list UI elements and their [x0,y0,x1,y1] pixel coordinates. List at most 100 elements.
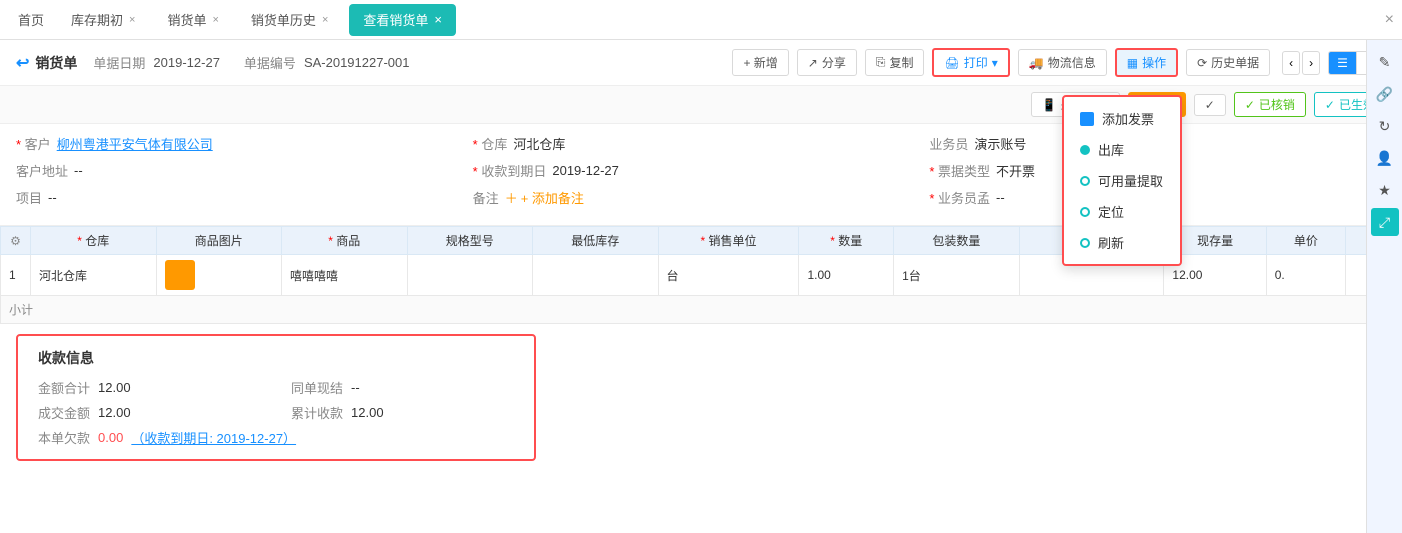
history-button[interactable]: ⟳ 历史单据 [1186,49,1270,76]
history-icon: ⟳ [1197,56,1207,70]
warehouse-field: 仓库 河北仓库 [473,134,930,153]
transaction-item: 成交金额 12.00 [38,403,261,422]
grid-icon: ▦ [1127,56,1138,70]
row-warehouse: 河北仓库 [31,255,157,296]
share-button[interactable]: ↗ 分享 [797,49,857,76]
doc-title: ↩ 销货单 [16,53,77,73]
doc-meta: 单据日期 2019-12-27 单据编号 SA-20191227-001 [93,53,409,72]
plus-icon: ＋ [505,188,518,207]
tab-view-sales[interactable]: 查看销货单 × [349,4,456,36]
copy-button[interactable]: ⎘ 复制 [865,49,925,76]
table-header: ⚙ 仓库 商品图片 商品 规格型号 最低库存 销售单位 数量 包装数量 可用量（… [1,227,1402,255]
mobile-icon: 📱 [1042,98,1057,112]
refresh-item[interactable]: 刷新 [1064,227,1180,258]
bottom-area: 收款信息 金额合计 12.00 同单现结 -- 成交金额 12.00 [0,324,1402,471]
sidebar-edit-icon[interactable]: ✎ [1371,48,1399,76]
address-field: 客户地址 -- [16,161,473,180]
project-value: -- [48,190,57,205]
print-button[interactable]: 🖨 打印 ▾ [932,48,1009,77]
status-row: 📱 来自手机 未开票 ✓ ✓ 已核销 ✓ 已生效 [0,86,1402,124]
ticket-value: 不开票 [996,161,1035,180]
payment-title: 收款信息 [38,348,514,368]
product-table: ⚙ 仓库 商品图片 商品 规格型号 最低库存 销售单位 数量 包装数量 可用量（… [0,226,1402,324]
th-image: 商品图片 [156,227,282,255]
doc-actions: + 新增 ↗ 分享 ⎘ 复制 🖨 打印 ▾ 🚚 物流信息 [732,48,1386,77]
refresh-icon [1080,238,1090,248]
close-inventory-icon[interactable]: × [129,14,135,26]
note-field: 备注 ＋ + 添加备注 [473,188,930,207]
tab-sales-history[interactable]: 销货单历史 × [236,2,343,38]
add-invoice-icon [1080,112,1094,126]
same-order-item: 同单现结 -- [291,378,514,397]
logistics-button[interactable]: 🚚 物流信息 [1018,49,1107,76]
operate-dropdown: 添加发票 出库 可用量提取 定位 刷新 [1062,95,1182,266]
product-image [165,260,195,290]
verified-button[interactable]: ✓ 已核销 [1234,92,1306,117]
new-button[interactable]: + 新增 [732,49,788,76]
nav-right-button[interactable]: › [1302,51,1320,75]
add-invoice-item[interactable]: 添加发票 [1064,103,1180,134]
payment-date-field: 收款到期日 2019-12-27 [473,161,930,180]
truck-icon: 🚚 [1029,56,1044,70]
tab-home[interactable]: 首页 [8,4,54,35]
th-settings: ⚙ [1,227,31,255]
row-num: 1 [1,255,31,296]
close-window-icon[interactable]: × [1385,11,1394,29]
arrears-item: 本单欠款 0.00 （收款到期日: 2019-12-27） [38,428,514,447]
outbound-icon [1080,145,1090,155]
total-value: 12.00 [98,380,131,395]
outbound-item[interactable]: 出库 [1064,134,1180,165]
confirm-button[interactable]: ✓ [1194,94,1226,116]
close-history-icon[interactable]: × [322,14,328,26]
row-spec [407,255,533,296]
locate-icon [1080,207,1090,217]
arrears-value: 0.00 [98,430,123,445]
staff-value: 演示账号 [974,134,1026,153]
print-dropdown-icon: ▾ [992,56,998,70]
print-icon: 🖨 [944,56,959,70]
arrears-note[interactable]: （收款到期日: 2019-12-27） [131,428,296,447]
subtotal-label: 小计 [1,296,1402,324]
tab-sales[interactable]: 销货单 × [152,2,233,38]
th-price: 单价 [1266,227,1345,255]
project-field: 项目 -- [16,188,473,207]
row-image [156,255,282,296]
operate-button[interactable]: ▦ 操作 [1115,48,1178,77]
add-note-button[interactable]: ＋ + 添加备注 [505,188,584,207]
cumulative-item: 累计收款 12.00 [291,403,514,422]
sidebar-expand-icon[interactable]: ⤢ [1371,208,1399,236]
sidebar-link-icon[interactable]: 🔗 [1371,80,1399,108]
total-item: 金额合计 12.00 [38,378,261,397]
row-unit: 台 [658,255,799,296]
th-warehouse: 仓库 [31,227,157,255]
customer-value[interactable]: 柳州粤港平安气体有限公司 [57,134,213,153]
cumulative-value: 12.00 [351,405,384,420]
same-order-value: -- [351,380,360,395]
tab-inventory[interactable]: 库存期初 × [56,2,150,38]
payment-grid: 金额合计 12.00 同单现结 -- 成交金额 12.00 累计收款 12.00 [38,378,514,447]
main-content: ↩ 销货单 单据日期 2019-12-27 单据编号 SA-20191227-0… [0,40,1402,533]
row-product: 嘻嘻嘻嘻 [282,255,408,296]
row-min-stock [533,255,659,296]
close-sales-icon[interactable]: × [212,14,218,26]
list-view-button[interactable]: ☰ [1329,52,1357,74]
sidebar-user-icon[interactable]: 👤 [1371,144,1399,172]
th-product: 商品 [282,227,408,255]
effective-icon: ✓ [1325,98,1335,112]
row-price: 0. [1266,255,1345,296]
verified-icon: ✓ [1245,98,1255,112]
sidebar-star-icon[interactable]: ★ [1371,176,1399,204]
right-sidebar: ✎ 🔗 ↻ 👤 ★ ⤢ [1366,40,1402,533]
close-view-sales-icon[interactable]: × [434,12,442,27]
th-min-stock: 最低库存 [533,227,659,255]
doc-header: ↩ 销货单 单据日期 2019-12-27 单据编号 SA-20191227-0… [0,40,1402,86]
payment-date-value: 2019-12-27 [552,163,619,178]
staff2-value: -- [996,190,1005,205]
warehouse-value: 河北仓库 [513,134,565,153]
nav-left-button[interactable]: ‹ [1282,51,1300,75]
sidebar-rotate-icon[interactable]: ↻ [1371,112,1399,140]
th-qty: 数量 [799,227,894,255]
address-value: -- [74,163,83,178]
available-extract-item[interactable]: 可用量提取 [1064,165,1180,196]
locate-item[interactable]: 定位 [1064,196,1180,227]
